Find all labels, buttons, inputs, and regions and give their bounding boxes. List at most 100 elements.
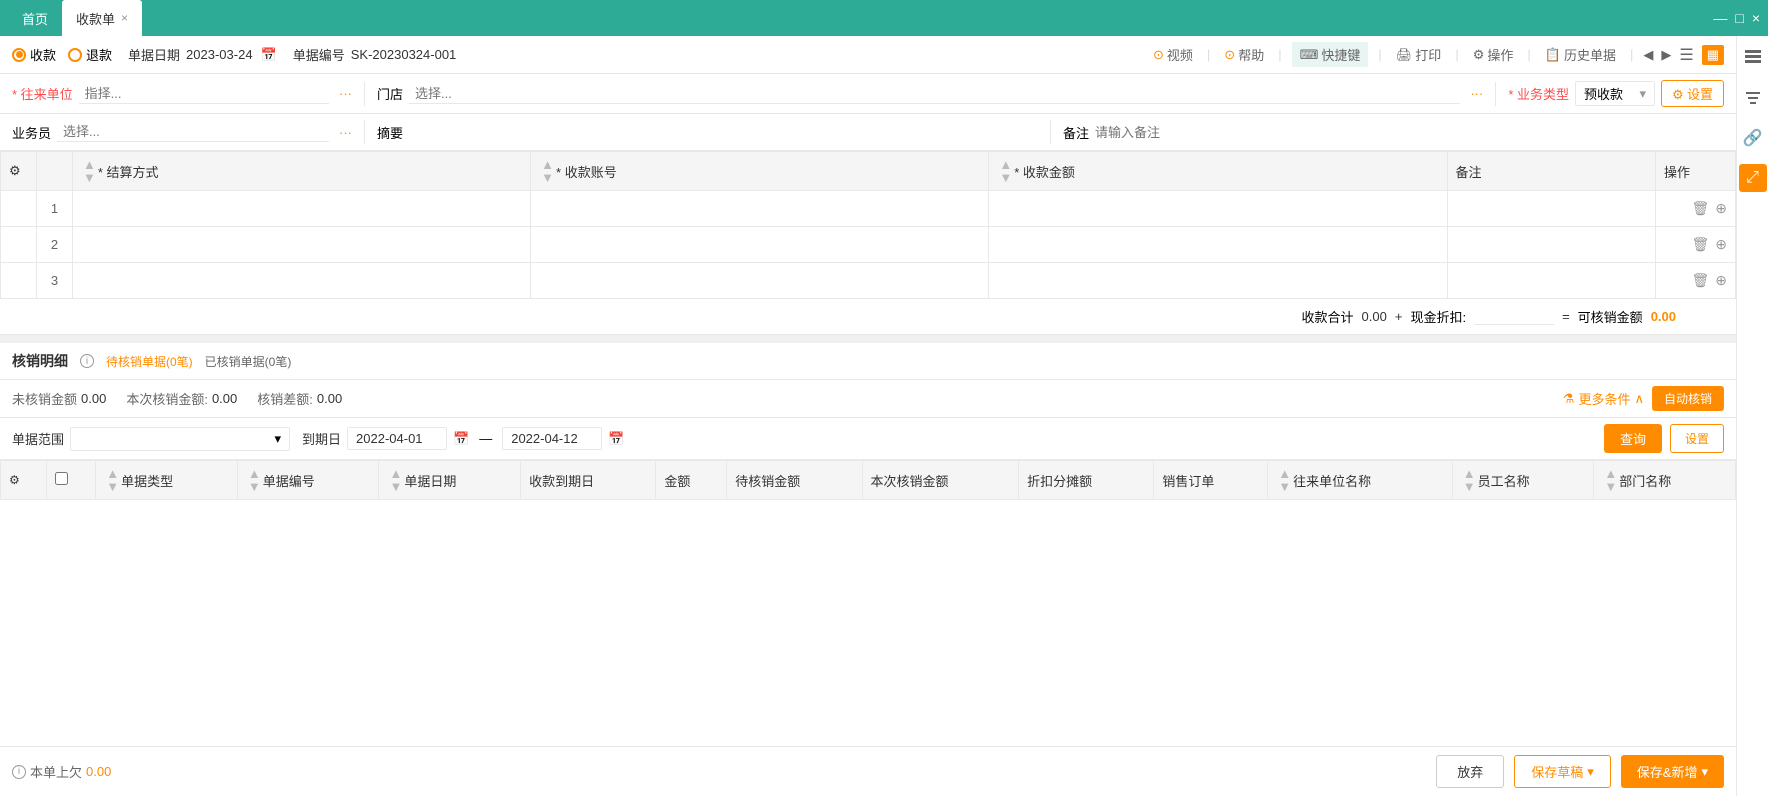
- maximize-icon[interactable]: □: [1735, 10, 1743, 26]
- range-chevron-icon: ▾: [274, 431, 281, 447]
- save-draft-chevron-icon: ▾: [1587, 764, 1594, 780]
- discount-input[interactable]: [1474, 309, 1554, 325]
- copy-icon-2[interactable]: ⊕: [1715, 236, 1727, 253]
- delete-icon-3[interactable]: 🗑: [1691, 272, 1709, 289]
- th-action: 操作: [1656, 152, 1736, 191]
- tab-active[interactable]: 收款单 ×: [62, 0, 142, 36]
- date-separator: —: [479, 431, 492, 446]
- pending-tab[interactable]: 待核销单据(0笔): [106, 353, 193, 370]
- staff-more-icon[interactable]: ···: [339, 125, 352, 140]
- amount-2[interactable]: [989, 227, 1447, 263]
- right-toolbar: ⊙ 视频 | ⊙ 帮助 | ⌨ 快捷键 | 🖨 打印 |: [1149, 42, 1724, 67]
- th-account: ▲▼ * 收款账号: [531, 152, 989, 191]
- save-draft-button[interactable]: 保存草稿 ▾: [1514, 755, 1611, 788]
- verify-header: 核销明细 i 待核销单据(0笔) 已核销单据(0笔): [0, 343, 1736, 380]
- done-tab[interactable]: 已核销单据(0笔): [205, 353, 292, 370]
- settlement-2[interactable]: [73, 227, 531, 263]
- date-to-input[interactable]: [502, 427, 602, 450]
- store-input[interactable]: [409, 84, 1460, 104]
- save-new-button[interactable]: 保存&新增 ▾: [1621, 755, 1724, 788]
- account-3[interactable]: [531, 263, 989, 299]
- tab-home[interactable]: 首页: [8, 0, 62, 36]
- table-settings-header[interactable]: ⚙: [1, 152, 37, 191]
- bth-gear[interactable]: ⚙: [1, 461, 47, 500]
- bth-staff: ▲▼员工名称: [1452, 461, 1594, 500]
- amount-1[interactable]: [989, 191, 1447, 227]
- select-all-checkbox[interactable]: [55, 472, 68, 485]
- settlement-1[interactable]: [73, 191, 531, 227]
- history-btn[interactable]: 📋 历史单据: [1541, 43, 1620, 66]
- remark-2[interactable]: [1447, 227, 1655, 263]
- tab-bar: 首页 收款单 × — □ ×: [0, 0, 1768, 36]
- divider-2: [1495, 82, 1496, 106]
- grid-icon[interactable]: ▦: [1702, 45, 1724, 65]
- receipt-table: ⚙ ▲▼ * 结算方式 ▲▼ * 收款账号: [0, 151, 1736, 299]
- print-btn[interactable]: 🖨 打印: [1392, 43, 1446, 66]
- copy-icon-1[interactable]: ⊕: [1715, 200, 1727, 217]
- settlement-3[interactable]: [73, 263, 531, 299]
- set-btn[interactable]: 设置: [1670, 424, 1724, 453]
- cal-to-icon[interactable]: 📅: [608, 431, 624, 447]
- copy-icon-3[interactable]: ⊕: [1715, 272, 1727, 289]
- close-icon[interactable]: ×: [1752, 10, 1760, 26]
- shortcut-btn[interactable]: ⌨ 快捷键: [1292, 42, 1369, 67]
- settings-button[interactable]: ⚙ 设置: [1661, 80, 1724, 107]
- staff-label: 业务员: [12, 123, 51, 142]
- divider-4: [1050, 120, 1051, 144]
- sidebar-filter-icon[interactable]: [1739, 84, 1767, 112]
- summary-row: 收款合计 0.00 + 现金折扣: = 可核销金额 0.00: [0, 299, 1736, 335]
- view-list-icon[interactable]: ☰: [1679, 45, 1693, 65]
- bottom-actions: 放弃 保存草稿 ▾ 保存&新增 ▾: [1436, 755, 1724, 788]
- radio-refund[interactable]: 退款: [68, 45, 112, 64]
- nav-next-icon[interactable]: ▶: [1661, 47, 1671, 63]
- abandon-button[interactable]: 放弃: [1436, 755, 1504, 788]
- nav-prev-icon[interactable]: ◀: [1643, 47, 1653, 63]
- help-btn[interactable]: ⊙ 帮助: [1220, 43, 1268, 66]
- remark-3[interactable]: [1447, 263, 1655, 299]
- auto-verify-btn[interactable]: 自动核销: [1652, 386, 1724, 411]
- delete-icon-1[interactable]: 🗑: [1691, 200, 1709, 217]
- store-label: 门店: [377, 84, 403, 103]
- sidebar-expand-icon[interactable]: ⤢: [1739, 164, 1767, 192]
- tab-close-icon[interactable]: ×: [121, 11, 128, 25]
- video-icon: ⊙: [1153, 47, 1164, 63]
- sidebar-table-icon[interactable]: [1739, 44, 1767, 72]
- partner-input[interactable]: [79, 84, 329, 104]
- verify-section: 核销明细 i 待核销单据(0笔) 已核销单据(0笔) 未核销金额 0.00 本次…: [0, 343, 1736, 796]
- range-select[interactable]: ▾: [70, 427, 290, 451]
- verify-stats: 未核销金额 0.00 本次核销金额: 0.00 核销差额: 0.00 ⚗ 更多条…: [0, 380, 1736, 418]
- calendar-icon[interactable]: 📅: [261, 47, 277, 63]
- sidebar-link-icon[interactable]: 🔗: [1739, 124, 1767, 152]
- cal-from-icon[interactable]: 📅: [453, 431, 469, 447]
- minimize-icon[interactable]: —: [1713, 10, 1727, 26]
- gear-icon: ⚙: [1672, 87, 1684, 102]
- account-1[interactable]: [531, 191, 989, 227]
- more-conditions-btn[interactable]: ⚗ 更多条件 ∧: [1563, 389, 1644, 408]
- remark-1[interactable]: [1447, 191, 1655, 227]
- staff-input[interactable]: [57, 122, 329, 142]
- video-btn[interactable]: ⊙ 视频: [1149, 43, 1197, 66]
- remark-input[interactable]: [1095, 125, 1724, 140]
- biz-type-dropdown[interactable]: 预收款 ▾: [1575, 81, 1655, 106]
- bth-checkbox[interactable]: [46, 461, 95, 500]
- bottom-table-wrap: ⚙ ▲▼单据类型 ▲▼单据编号 ▲▼单据日期 收款到期日: [0, 460, 1736, 746]
- current-stat: 本次核销金额: 0.00: [126, 389, 237, 408]
- date-from-input[interactable]: [347, 427, 447, 450]
- store-more-icon[interactable]: ···: [1470, 86, 1483, 101]
- delete-icon-2[interactable]: 🗑: [1691, 236, 1709, 253]
- save-new-chevron-icon: ▾: [1701, 764, 1708, 780]
- main-area: 收款 退款 单据日期 2023-03-24 📅 单据编号 SK-20230324…: [0, 36, 1768, 796]
- query-btn[interactable]: 查询: [1604, 424, 1662, 453]
- operate-btn[interactable]: ⚙ 操作: [1469, 43, 1518, 66]
- radio-receipt-dot: [12, 48, 26, 62]
- filter-icon: ⚗: [1563, 391, 1575, 407]
- account-2[interactable]: [531, 227, 989, 263]
- summary-input[interactable]: [409, 125, 1038, 140]
- toolbar-row: 收款 退款 单据日期 2023-03-24 📅 单据编号 SK-20230324…: [0, 36, 1736, 74]
- partner-more-icon[interactable]: ···: [339, 86, 352, 101]
- th-amount: ▲▼ * 收款金额: [989, 152, 1447, 191]
- amount-3[interactable]: [989, 263, 1447, 299]
- radio-receipt[interactable]: 收款: [12, 45, 56, 64]
- table-row-num-header: [37, 152, 73, 191]
- verify-info-icon[interactable]: i: [80, 354, 94, 368]
